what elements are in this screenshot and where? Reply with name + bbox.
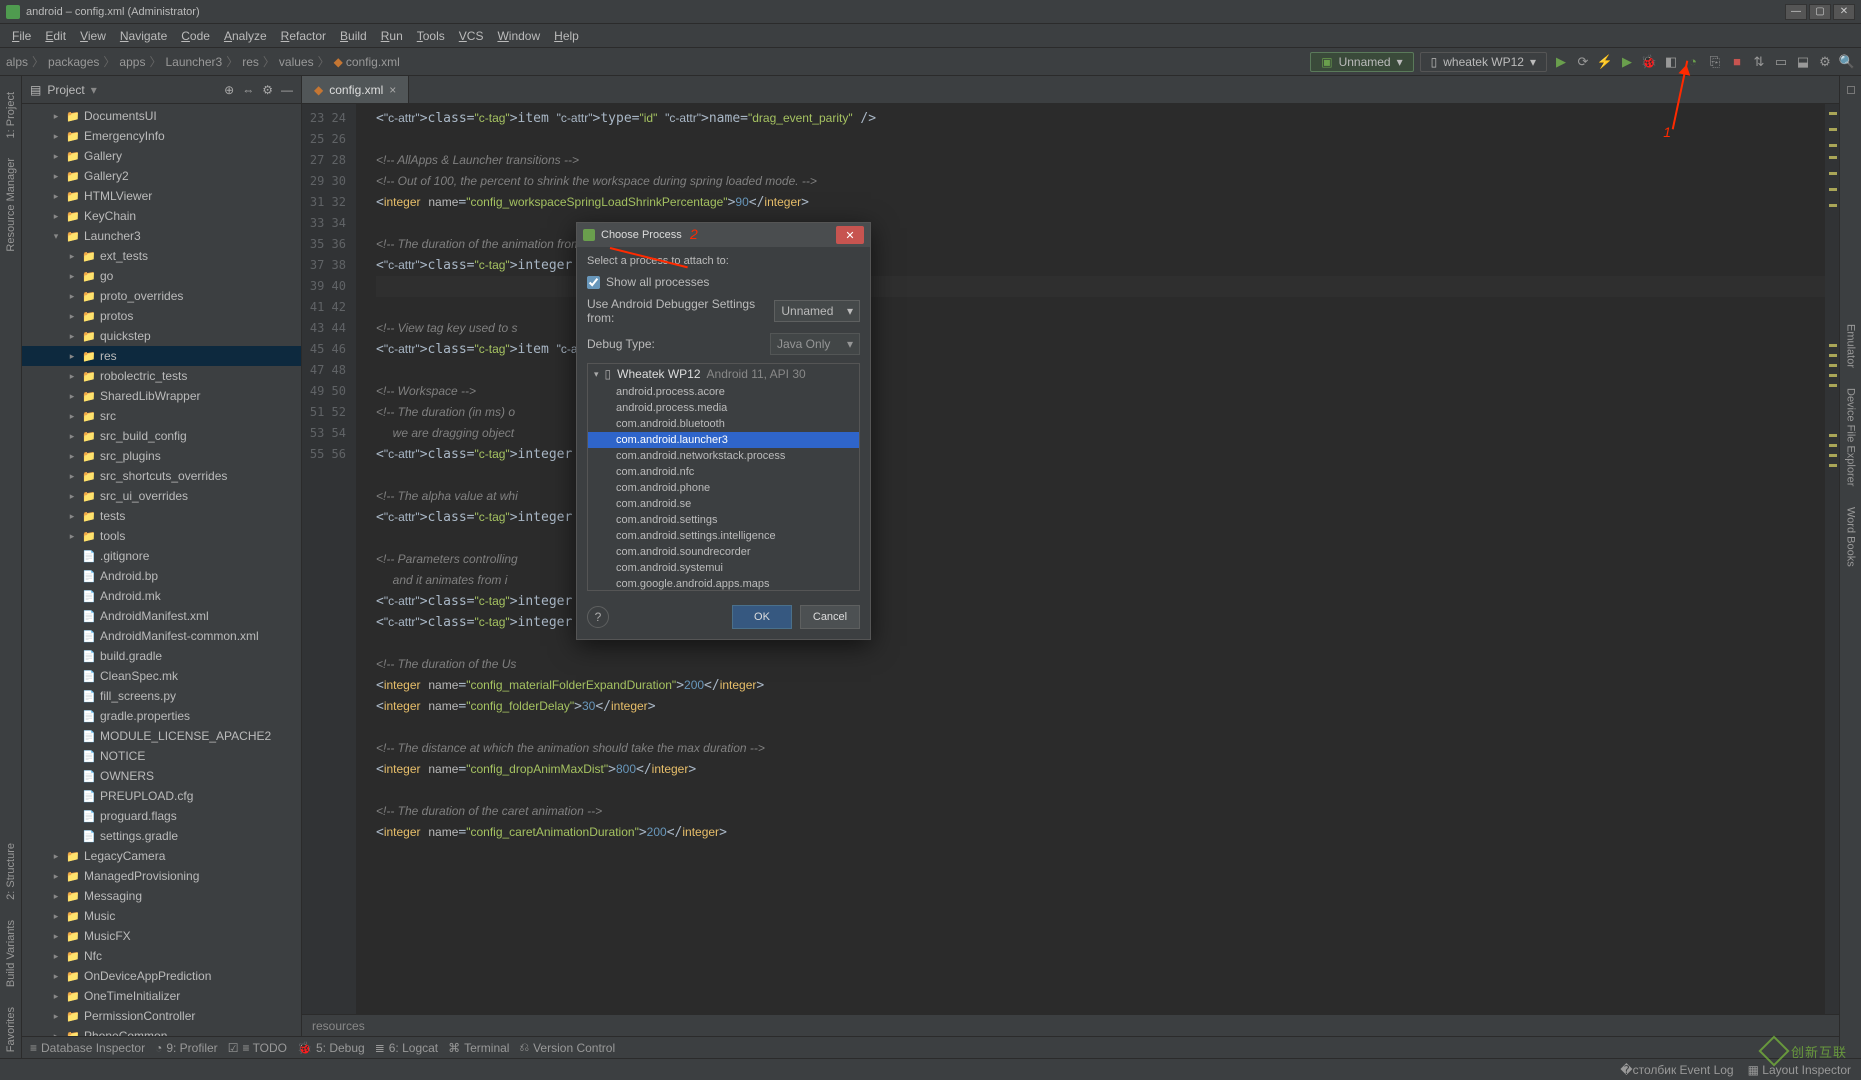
watermark: 创新互联 bbox=[1763, 1040, 1847, 1062]
debug-type-select[interactable]: Java Only ▾ bbox=[770, 333, 860, 355]
cancel-button[interactable]: Cancel bbox=[800, 605, 860, 629]
process-list[interactable]: ▾▯Wheatek WP12 Android 11, API 30android… bbox=[587, 363, 860, 591]
dialog-close-button[interactable]: ✕ bbox=[836, 226, 864, 244]
chevron-down-icon: ▾ bbox=[847, 337, 853, 351]
process-item[interactable]: android.process.acore bbox=[588, 384, 859, 400]
show-all-checkbox[interactable] bbox=[587, 276, 600, 289]
watermark-text: 创新互联 bbox=[1791, 1042, 1847, 1061]
watermark-logo bbox=[1758, 1035, 1789, 1066]
chevron-down-icon: ▾ bbox=[847, 304, 853, 318]
process-item[interactable]: com.android.soundrecorder bbox=[588, 544, 859, 560]
debugger-settings-value: Unnamed bbox=[781, 304, 833, 318]
android-icon bbox=[583, 229, 595, 241]
process-item[interactable]: com.android.nfc bbox=[588, 464, 859, 480]
modal-backdrop: Choose Process ✕ Select a process to att… bbox=[0, 0, 1861, 1080]
debug-type-label: Debug Type: bbox=[587, 337, 655, 351]
process-item[interactable]: com.android.se bbox=[588, 496, 859, 512]
process-item[interactable]: com.android.launcher3 bbox=[588, 432, 859, 448]
process-item[interactable]: com.google.android.apps.maps bbox=[588, 576, 859, 591]
dialog-title: Choose Process bbox=[601, 229, 830, 241]
dialog-title-bar[interactable]: Choose Process ✕ bbox=[577, 223, 870, 247]
help-button[interactable]: ? bbox=[587, 606, 609, 628]
process-item[interactable]: android.process.media bbox=[588, 400, 859, 416]
show-all-checkbox-row[interactable]: Show all processes bbox=[587, 275, 860, 289]
process-item[interactable]: com.android.networkstack.process bbox=[588, 448, 859, 464]
debug-type-value: Java Only bbox=[777, 337, 830, 351]
show-all-label: Show all processes bbox=[606, 275, 709, 289]
choose-process-dialog: Choose Process ✕ Select a process to att… bbox=[576, 222, 871, 640]
process-item[interactable]: com.android.systemui bbox=[588, 560, 859, 576]
ok-button[interactable]: OK bbox=[732, 605, 792, 629]
annotation-label-1: 1 bbox=[1663, 124, 1671, 140]
dialog-prompt: Select a process to attach to: bbox=[587, 255, 860, 267]
process-item[interactable]: com.android.bluetooth bbox=[588, 416, 859, 432]
process-item[interactable]: com.android.settings bbox=[588, 512, 859, 528]
debugger-settings-select[interactable]: Unnamed ▾ bbox=[774, 300, 860, 322]
device-row[interactable]: ▾▯Wheatek WP12 Android 11, API 30 bbox=[588, 364, 859, 384]
process-item[interactable]: com.android.settings.intelligence bbox=[588, 528, 859, 544]
annotation-label-2: 2 bbox=[690, 226, 698, 242]
debugger-settings-label: Use Android Debugger Settings from: bbox=[587, 297, 774, 325]
process-item[interactable]: com.android.phone bbox=[588, 480, 859, 496]
